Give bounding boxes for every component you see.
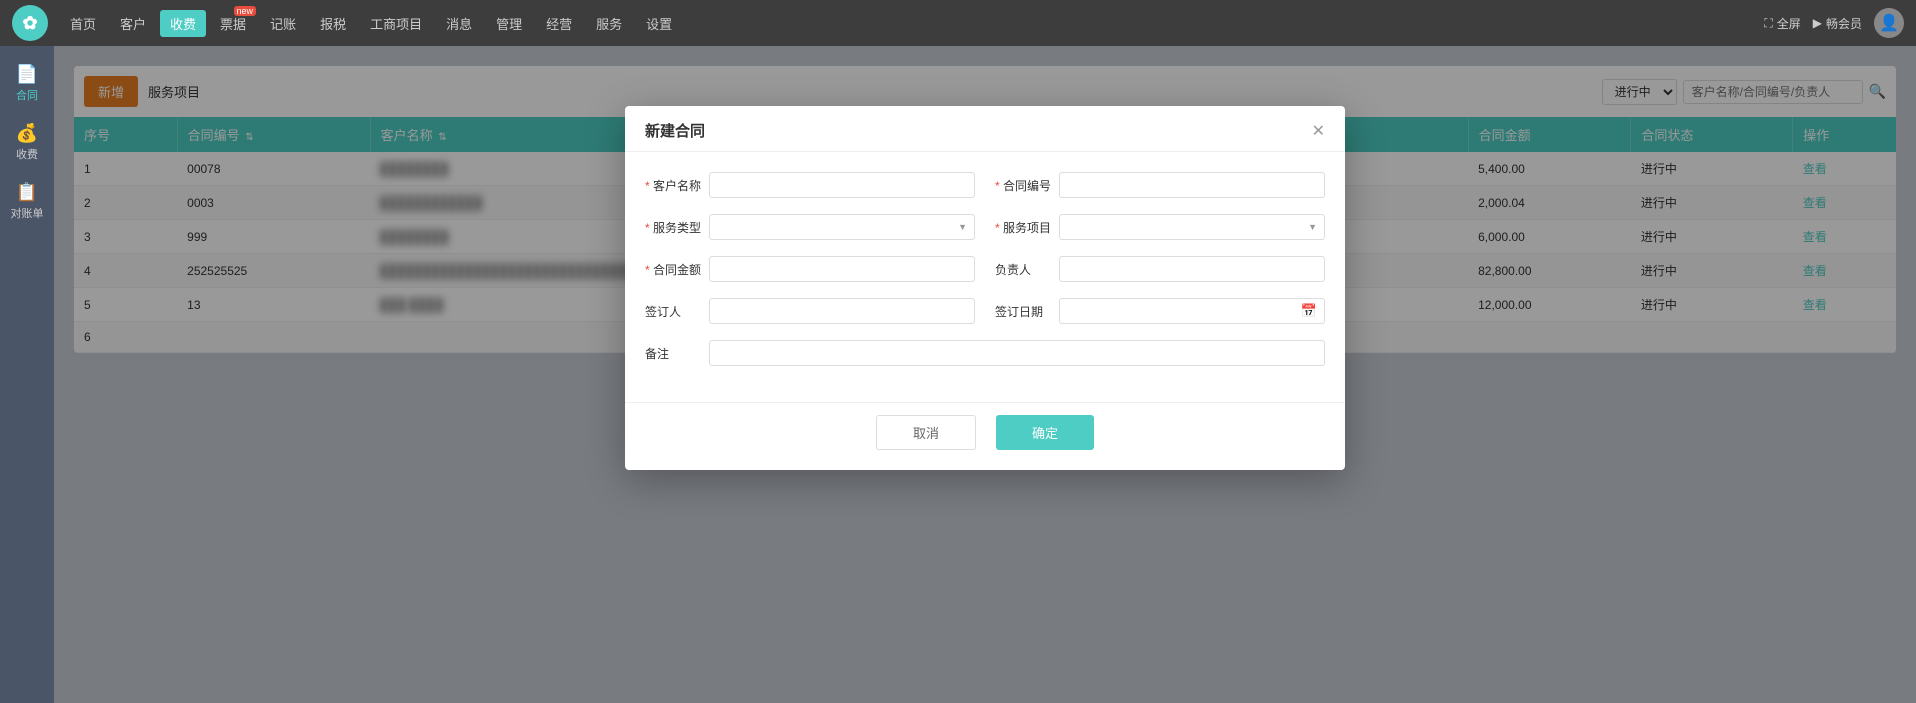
reconciliation-icon: 📋 (16, 182, 38, 203)
responsible-field: 负责人 (995, 256, 1325, 282)
signer-input[interactable] (709, 298, 975, 324)
nav-home[interactable]: 首页 (60, 10, 106, 37)
nav-right: ⛶ 全屏 ▶ 畅会员 👤 (1764, 8, 1904, 38)
modal-row-4: 签订人 签订日期 2023-06-06 📅 (645, 298, 1325, 324)
cancel-button[interactable]: 取消 (876, 415, 976, 450)
contract-no-input[interactable] (1059, 172, 1325, 198)
contract-no-label: * 合同编号 (995, 177, 1051, 194)
fullscreen-button[interactable]: ⛶ 全屏 (1764, 15, 1800, 32)
modal-title: 新建合同 (645, 120, 705, 141)
top-navigation: ✿ 首页 客户 收费 票据 new 记账 报税 工商项目 消息 管理 经营 服务… (0, 0, 1916, 46)
date-input-wrapper: 2023-06-06 📅 (1059, 298, 1325, 324)
service-item-select-wrapper (1059, 214, 1325, 240)
service-item-select[interactable] (1059, 214, 1325, 240)
app-logo: ✿ (12, 5, 48, 41)
sidebar-item-contract[interactable]: 📄 合同 (4, 56, 50, 111)
main-layout: 📄 合同 💰 收费 📋 对账单 新增 服务项目 进行中全部已完成已终止 🔍 (0, 46, 1916, 703)
nav-invoice[interactable]: 票据 new (210, 10, 256, 37)
modal-header: 新建合同 ✕ (625, 106, 1345, 152)
required-star-2: * (995, 179, 1000, 193)
modal-row-2: * 服务类型 * 服务项目 (645, 214, 1325, 240)
nav-services[interactable]: 服务 (586, 10, 632, 37)
nav-tax[interactable]: 报税 (310, 10, 356, 37)
customer-name-label: * 客户名称 (645, 177, 701, 194)
nav-bookkeeping[interactable]: 记账 (260, 10, 306, 37)
sidebar-item-reconciliation[interactable]: 📋 对账单 (4, 174, 50, 229)
nav-settings[interactable]: 设置 (636, 10, 682, 37)
nav-billing[interactable]: 收费 (160, 10, 206, 37)
sidebar-item-billing[interactable]: 💰 收费 (4, 115, 50, 170)
signer-field: 签订人 (645, 298, 975, 324)
service-type-select-wrapper (709, 214, 975, 240)
customer-name-field: * 客户名称 (645, 172, 975, 198)
sign-date-label: 签订日期 (995, 303, 1051, 320)
nav-management[interactable]: 管理 (486, 10, 532, 37)
member-button[interactable]: ▶ 畅会员 (1813, 15, 1862, 32)
modal-dialog: 新建合同 ✕ * 客户名称 (625, 106, 1345, 470)
remark-label: 备注 (645, 345, 701, 362)
confirm-button[interactable]: 确定 (996, 415, 1094, 450)
service-item-field: * 服务项目 (995, 214, 1325, 240)
remark-field: 备注 (645, 340, 1325, 366)
billing-icon: 💰 (16, 123, 38, 144)
contract-icon: 📄 (16, 64, 38, 85)
service-type-label: * 服务类型 (645, 219, 701, 236)
required-star-5: * (645, 263, 650, 277)
nav-items: 首页 客户 收费 票据 new 记账 报税 工商项目 消息 管理 经营 服务 设… (60, 10, 1764, 37)
required-star-4: * (995, 221, 1000, 235)
modal-close-button[interactable]: ✕ (1312, 121, 1325, 141)
contract-amount-field: * 合同金额 0.00 (645, 256, 975, 282)
sign-date-input[interactable]: 2023-06-06 (1059, 298, 1325, 324)
nav-messages[interactable]: 消息 (436, 10, 482, 37)
modal-body: * 客户名称 * 合同编号 (625, 152, 1345, 402)
nav-customer[interactable]: 客户 (110, 10, 156, 37)
member-icon: ▶ (1813, 16, 1822, 30)
modal-footer: 取消 确定 (625, 402, 1345, 470)
avatar[interactable]: 👤 (1874, 8, 1904, 38)
avatar-icon: 👤 (1879, 13, 1899, 33)
contract-amount-input[interactable]: 0.00 (709, 256, 975, 282)
calendar-icon[interactable]: 📅 (1301, 303, 1317, 319)
remark-input[interactable] (709, 340, 1325, 366)
required-star-3: * (645, 221, 650, 235)
content-area: 新增 服务项目 进行中全部已完成已终止 🔍 序号 合同编号 ⇅ (54, 46, 1916, 703)
nav-business[interactable]: 工商项目 (360, 10, 432, 37)
service-type-field: * 服务类型 (645, 214, 975, 240)
new-badge: new (234, 6, 257, 16)
required-star: * (645, 179, 650, 193)
signer-label: 签订人 (645, 303, 701, 320)
responsible-label: 负责人 (995, 261, 1051, 278)
responsible-input[interactable] (1059, 256, 1325, 282)
contract-amount-label: * 合同金额 (645, 261, 701, 278)
nav-operations[interactable]: 经营 (536, 10, 582, 37)
service-item-label: * 服务项目 (995, 219, 1051, 236)
fullscreen-icon: ⛶ (1764, 16, 1772, 31)
sign-date-field: 签订日期 2023-06-06 📅 (995, 298, 1325, 324)
modal-overlay[interactable]: 新建合同 ✕ * 客户名称 (54, 46, 1916, 703)
modal-row-3: * 合同金额 0.00 负责人 (645, 256, 1325, 282)
sidebar: 📄 合同 💰 收费 📋 对账单 (0, 46, 54, 703)
service-type-select[interactable] (709, 214, 975, 240)
contract-no-field: * 合同编号 (995, 172, 1325, 198)
customer-name-input[interactable] (709, 172, 975, 198)
modal-row-1: * 客户名称 * 合同编号 (645, 172, 1325, 198)
modal-row-5: 备注 (645, 340, 1325, 366)
